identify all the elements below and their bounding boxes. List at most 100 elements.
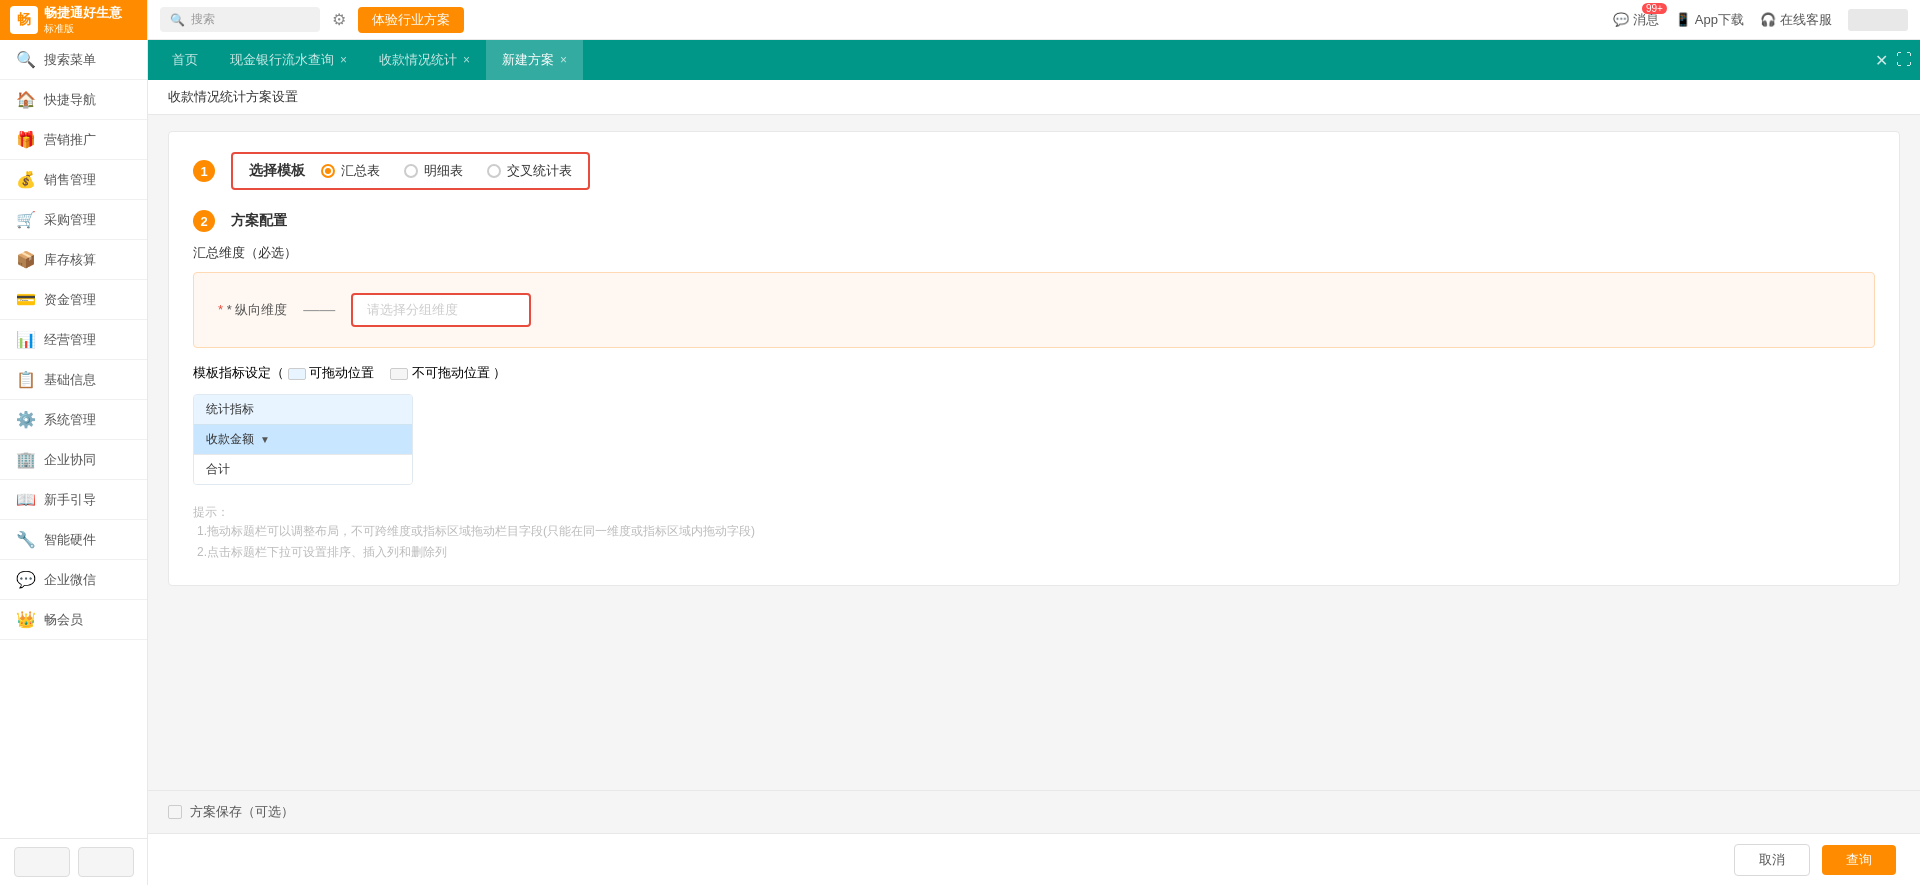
step1-row: 1 选择模板 汇总表 明细表 (193, 152, 1875, 190)
cancel-button[interactable]: 取消 (1734, 844, 1810, 876)
stats-col-header: 收款金额 ▼ (194, 425, 412, 454)
save-option: 方案保存（可选） (168, 803, 1900, 821)
tab-newplan-close[interactable]: × (560, 53, 567, 67)
stats-table: 统计指标 收款金额 ▼ 合计 (193, 394, 413, 485)
sidebar-logo: 畅 畅捷通好生意 标准版 (0, 0, 147, 40)
sidebar-item-wechat[interactable]: 💬 企业微信 (0, 560, 147, 600)
step1-box: 选择模板 汇总表 明细表 (231, 152, 590, 190)
radio-summary[interactable]: 汇总表 (321, 162, 380, 180)
page-content: 1 选择模板 汇总表 明细表 (148, 115, 1920, 790)
search-placeholder: 搜索 (191, 11, 215, 28)
sidebar-item-search[interactable]: 🔍 搜索菜单 (0, 40, 147, 80)
tab-receiptstats-close[interactable]: × (463, 53, 470, 67)
sidebar-item-capital[interactable]: 💳 资金管理 (0, 280, 147, 320)
logo-badge: 标准版 (44, 22, 122, 36)
radio-cross-circle (487, 164, 501, 178)
hint-2-text: 2.点击标题栏下拉可设置排序、插入列和删除列 (197, 544, 447, 561)
sidebar-btn-1[interactable] (14, 847, 70, 877)
tab-newplan-label: 新建方案 (502, 51, 554, 69)
metrics-header-text: 模板指标设定（ 可拖动位置 不可拖动位置 ） (193, 364, 506, 382)
card-icon: 💳 (16, 290, 36, 309)
sidebar-btn-2[interactable] (78, 847, 134, 877)
save-label: 方案保存（可选） (190, 803, 294, 821)
tab-cashflow-close[interactable]: × (340, 53, 347, 67)
hint-2: 2.点击标题栏下拉可设置排序、插入列和删除列 (193, 544, 1875, 561)
dimension-select[interactable]: 请选择分组维度 (351, 293, 531, 327)
radio-summary-label: 汇总表 (341, 162, 380, 180)
crown-icon: 👑 (16, 610, 36, 629)
search-icon: 🔍 (16, 50, 36, 69)
sidebar-item-guide[interactable]: 📖 新手引导 (0, 480, 147, 520)
sidebar-item-purchase[interactable]: 🛒 采购管理 (0, 200, 147, 240)
service-item[interactable]: 🎧 在线客服 (1760, 11, 1832, 29)
tab-receiptstats[interactable]: 收款情况统计 × (363, 40, 486, 80)
tab-cashflow[interactable]: 现金银行流水查询 × (214, 40, 363, 80)
topbar: 🔍 搜索 ⚙ 体验行业方案 💬 消息 99+ 📱 App下载 🎧 在线客服 (148, 0, 1920, 40)
download-label: App下载 (1695, 11, 1744, 29)
hint-label: 提示： (193, 504, 1875, 521)
logo-name: 畅捷通好生意 (44, 4, 122, 22)
sidebar-item-sales[interactable]: 💰 销售管理 (0, 160, 147, 200)
sidebar-item-member[interactable]: 👑 畅会员 (0, 600, 147, 640)
sidebar-item-basicinfo[interactable]: 📋 基础信息 (0, 360, 147, 400)
tab-home[interactable]: 首页 (156, 40, 214, 80)
user-avatar[interactable] (1848, 9, 1908, 31)
radio-detail-label: 明细表 (424, 162, 463, 180)
cart-icon: 🛒 (16, 210, 36, 229)
sidebar-item-quicknav[interactable]: 🏠 快捷导航 (0, 80, 147, 120)
radio-summary-circle (321, 164, 335, 178)
sidebar-nav: 🔍 搜索菜单 🏠 快捷导航 🎁 营销推广 💰 销售管理 🛒 采购管理 📦 库存核… (0, 40, 147, 838)
hint-1-text: 1.拖动标题栏可以调整布局，不可跨维度或指标区域拖动栏目字段(只能在同一维度或指… (197, 523, 755, 540)
sidebar-bottom (0, 838, 147, 885)
gear-icon: ⚙️ (16, 410, 36, 429)
logo-icon: 畅 (10, 6, 38, 34)
sidebar-item-inventory[interactable]: 📦 库存核算 (0, 240, 147, 280)
dimension-title: 汇总维度（必选） (193, 244, 1875, 262)
tab-newplan[interactable]: 新建方案 × (486, 40, 583, 80)
step2-section: 汇总维度（必选） * * 纵向维度 —— 请选择分组维度 (193, 244, 1875, 561)
maximize-icon[interactable]: ⛶ (1896, 51, 1912, 70)
box-icon: 📦 (16, 250, 36, 269)
topbar-search[interactable]: 🔍 搜索 (160, 7, 320, 32)
sidebar-item-enterprise[interactable]: 🏢 企业协同 (0, 440, 147, 480)
arrow-icon: —— (303, 301, 335, 319)
query-button[interactable]: 查询 (1822, 845, 1896, 875)
hints-section: 提示： 1.拖动标题栏可以调整布局，不可跨维度或指标区域拖动栏目字段(只能在同一… (193, 504, 1875, 561)
sidebar: 畅 畅捷通好生意 标准版 🔍 搜索菜单 🏠 快捷导航 🎁 营销推广 💰 销售管理… (0, 0, 148, 885)
tab-home-label: 首页 (172, 51, 198, 69)
settings-icon[interactable]: ⚙ (332, 10, 346, 29)
vertical-label-text: * 纵向维度 (227, 302, 288, 317)
radio-detail[interactable]: 明细表 (404, 162, 463, 180)
radio-cross-label: 交叉统计表 (507, 162, 572, 180)
no-draggable-icon (390, 368, 408, 380)
save-checkbox[interactable] (168, 805, 182, 819)
col-dropdown-icon[interactable]: ▼ (260, 434, 270, 445)
draggable-label-text: 可拖动位置 (309, 365, 374, 380)
trial-button[interactable]: 体验行业方案 (358, 7, 464, 33)
close-tab-icon[interactable]: ✕ (1875, 51, 1888, 70)
draggable-icon (288, 368, 306, 380)
gift-icon: 🎁 (16, 130, 36, 149)
sidebar-item-operation[interactable]: 📊 经营管理 (0, 320, 147, 360)
tabs-bar: 首页 现金银行流水查询 × 收款情况统计 × 新建方案 × ✕ ⛶ (148, 40, 1920, 80)
radio-cross[interactable]: 交叉统计表 (487, 162, 572, 180)
step2-row: 2 方案配置 (193, 210, 1875, 232)
sidebar-item-system[interactable]: ⚙️ 系统管理 (0, 400, 147, 440)
page-title-bar: 收款情况统计方案设置 (148, 80, 1920, 115)
sidebar-item-hardware[interactable]: 🔧 智能硬件 (0, 520, 147, 560)
content-area: 收款情况统计方案设置 1 选择模板 汇总表 (148, 80, 1920, 885)
notification-item[interactable]: 💬 消息 99+ (1613, 11, 1659, 29)
search-icon-small: 🔍 (170, 13, 185, 27)
sidebar-item-marketing[interactable]: 🎁 营销推广 (0, 120, 147, 160)
stats-table-header: 统计指标 收款金额 ▼ (194, 395, 412, 454)
home-icon: 🏠 (16, 90, 36, 109)
metrics-config: 模板指标设定（ 可拖动位置 不可拖动位置 ） 统计指标 (193, 364, 1875, 561)
tab-cashflow-label: 现金银行流水查询 (230, 51, 334, 69)
service-icon: 🎧 (1760, 12, 1776, 27)
download-item[interactable]: 📱 App下载 (1675, 11, 1744, 29)
page-footer: 方案保存（可选） (148, 790, 1920, 833)
dimension-row: * * 纵向维度 —— 请选择分组维度 (218, 293, 1850, 327)
tabs-right-controls: ✕ ⛶ (1875, 51, 1912, 70)
stats-table-title: 统计指标 (194, 395, 412, 425)
topbar-right: 💬 消息 99+ 📱 App下载 🎧 在线客服 (1613, 9, 1908, 31)
